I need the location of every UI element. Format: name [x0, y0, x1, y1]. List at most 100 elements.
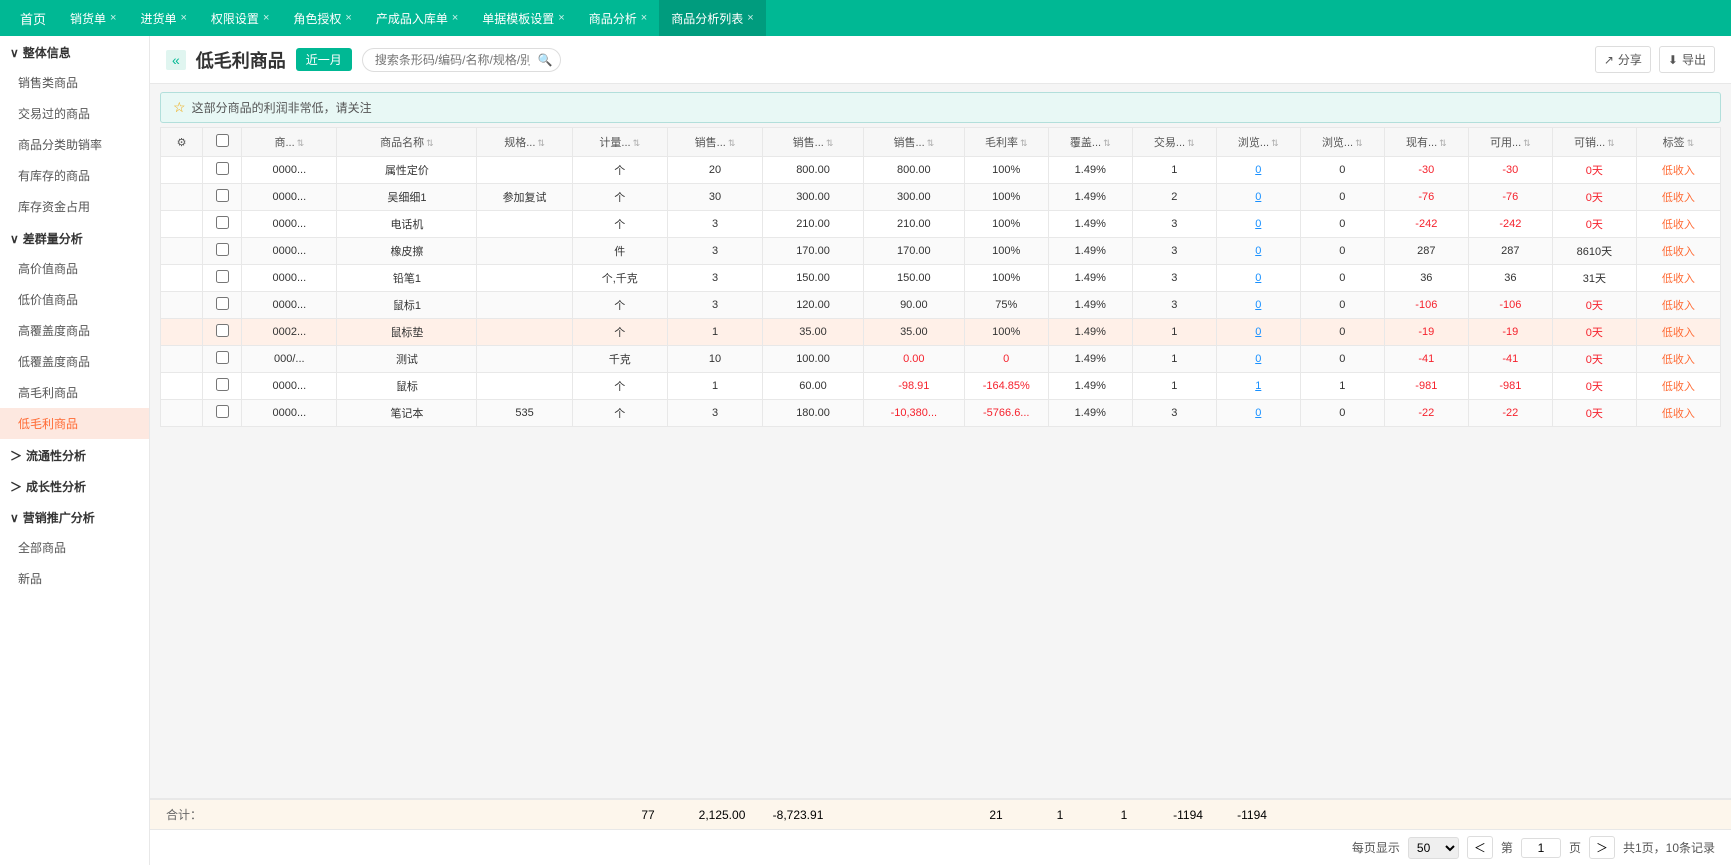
close-icon[interactable]: × [452, 12, 458, 24]
th-tag[interactable]: 标签⇅ [1636, 128, 1720, 157]
cell-browse1[interactable]: 0 [1216, 184, 1300, 211]
cell-browse1[interactable]: 0 [1216, 238, 1300, 265]
nav-item-permission[interactable]: 权限设置 × [199, 0, 281, 36]
sidebar-item-all-goods[interactable]: 全部商品 [0, 532, 149, 563]
cell-check[interactable] [203, 346, 242, 373]
cell-check[interactable] [203, 265, 242, 292]
row-checkbox[interactable] [216, 216, 229, 229]
cell-browse1[interactable]: 0 [1216, 292, 1300, 319]
cell-check[interactable] [203, 319, 242, 346]
th-sales-price[interactable]: 销售...⇅ [763, 128, 864, 157]
sidebar-group-growth[interactable]: ＞ 成长性分析 [0, 470, 149, 501]
close-icon[interactable]: × [641, 12, 647, 24]
sidebar-item-low-value[interactable]: 低价值商品 [0, 284, 149, 315]
export-button[interactable]: ⬇ 导出 [1659, 46, 1715, 73]
cell-sales-qty: 1 [667, 319, 762, 346]
nav-item-role[interactable]: 角色授权 × [281, 0, 363, 36]
th-avail[interactable]: 可用...⇅ [1468, 128, 1552, 157]
cell-browse1[interactable]: 0 [1216, 346, 1300, 373]
th-gear[interactable]: ⚙ [161, 128, 203, 157]
th-sellable[interactable]: 可销...⇅ [1552, 128, 1636, 157]
cell-browse1[interactable]: 0 [1216, 157, 1300, 184]
sidebar-group-abc[interactable]: ∨ 差群量分析 [0, 222, 149, 253]
cell-browse1[interactable]: 0 [1216, 400, 1300, 427]
cell-check[interactable] [203, 373, 242, 400]
row-checkbox[interactable] [216, 270, 229, 283]
sidebar-group-turnover[interactable]: ＞ 流通性分析 [0, 439, 149, 470]
sidebar-item-new-goods[interactable]: 新品 [0, 563, 149, 594]
nav-item-product-inbound[interactable]: 产成品入库单 × [364, 0, 470, 36]
close-icon[interactable]: × [180, 12, 186, 24]
row-checkbox[interactable] [216, 324, 229, 337]
sidebar-item-sales-goods[interactable]: 销售类商品 [0, 67, 149, 98]
select-all-checkbox[interactable] [216, 134, 229, 147]
row-checkbox[interactable] [216, 243, 229, 256]
sidebar-item-category-rate[interactable]: 商品分类助销率 [0, 129, 149, 160]
search-input[interactable] [362, 48, 561, 72]
cell-tag: 低收入 [1636, 238, 1720, 265]
th-sales-profit[interactable]: 销售...⇅ [863, 128, 964, 157]
cell-check[interactable] [203, 184, 242, 211]
close-icon[interactable]: × [110, 12, 116, 24]
footer-avail: -1194 [1222, 808, 1282, 822]
cell-check[interactable] [203, 400, 242, 427]
close-icon[interactable]: × [558, 12, 564, 24]
cell-browse1[interactable]: 0 [1216, 211, 1300, 238]
sidebar-item-traded-goods[interactable]: 交易过的商品 [0, 98, 149, 129]
nav-item-analysis-list[interactable]: 商品分析列表 × [659, 0, 765, 36]
nav-item-home[interactable]: 首页 [8, 0, 58, 36]
close-icon[interactable]: × [345, 12, 351, 24]
nav-item-template[interactable]: 单据模板设置 × [470, 0, 576, 36]
th-code[interactable]: 商...⇅ [242, 128, 337, 157]
cell-check[interactable] [203, 157, 242, 184]
nav-item-sales[interactable]: 销货单 × [58, 0, 128, 36]
prev-page-button[interactable]: ＜ [1467, 836, 1493, 859]
cell-cover: 1.49% [1048, 292, 1132, 319]
row-checkbox[interactable] [216, 405, 229, 418]
sidebar-item-high-coverage[interactable]: 高覆盖度商品 [0, 315, 149, 346]
row-checkbox[interactable] [216, 162, 229, 175]
cell-check[interactable] [203, 292, 242, 319]
row-checkbox[interactable] [216, 351, 229, 364]
th-trade[interactable]: 交易...⇅ [1132, 128, 1216, 157]
cell-browse1[interactable]: 1 [1216, 373, 1300, 400]
collapse-button[interactable]: « [166, 50, 186, 70]
th-check[interactable] [203, 128, 242, 157]
th-sales-qty[interactable]: 销售...⇅ [667, 128, 762, 157]
row-checkbox[interactable] [216, 378, 229, 391]
page-number-input[interactable] [1521, 838, 1561, 858]
sidebar-item-low-coverage[interactable]: 低覆盖度商品 [0, 346, 149, 377]
sidebar-item-high-value[interactable]: 高价值商品 [0, 253, 149, 284]
filter-button[interactable]: 近一月 [296, 48, 352, 71]
sidebar-item-stock-capital[interactable]: 库存资金占用 [0, 191, 149, 222]
nav-item-purchase[interactable]: 进货单 × [128, 0, 198, 36]
th-unit[interactable]: 计量...⇅ [572, 128, 667, 157]
share-button[interactable]: ↗ 分享 [1595, 46, 1651, 73]
cell-browse1[interactable]: 0 [1216, 265, 1300, 292]
cell-check[interactable] [203, 211, 242, 238]
th-name[interactable]: 商品名称⇅ [337, 128, 477, 157]
cell-check[interactable] [203, 238, 242, 265]
row-checkbox[interactable] [216, 189, 229, 202]
row-checkbox[interactable] [216, 297, 229, 310]
next-page-button[interactable]: ＞ [1589, 836, 1615, 859]
th-cover[interactable]: 覆盖...⇅ [1048, 128, 1132, 157]
sidebar-item-low-margin[interactable]: 低毛利商品 [0, 408, 149, 439]
search-icon[interactable]: 🔍 [538, 53, 553, 67]
sidebar-group-overall[interactable]: ∨ 整体信息 [0, 36, 149, 67]
sidebar-group-marketing[interactable]: ∨ 营销推广分析 [0, 501, 149, 532]
close-icon[interactable]: × [263, 12, 269, 24]
th-browse2[interactable]: 浏览...⇅ [1300, 128, 1384, 157]
th-browse1[interactable]: 浏览...⇅ [1216, 128, 1300, 157]
cell-name: 鼠标 [337, 373, 477, 400]
per-page-select[interactable]: 50 100 200 [1408, 837, 1459, 859]
th-mao[interactable]: 毛利率⇅ [964, 128, 1048, 157]
sidebar-item-high-margin[interactable]: 高毛利商品 [0, 377, 149, 408]
cell-browse1[interactable]: 0 [1216, 319, 1300, 346]
th-now[interactable]: 现有...⇅ [1384, 128, 1468, 157]
sidebar-item-in-stock[interactable]: 有库存的商品 [0, 160, 149, 191]
cell-code: 0000... [242, 157, 337, 184]
th-spec[interactable]: 规格...⇅ [477, 128, 572, 157]
close-icon[interactable]: × [747, 12, 753, 24]
nav-item-analysis[interactable]: 商品分析 × [577, 0, 659, 36]
